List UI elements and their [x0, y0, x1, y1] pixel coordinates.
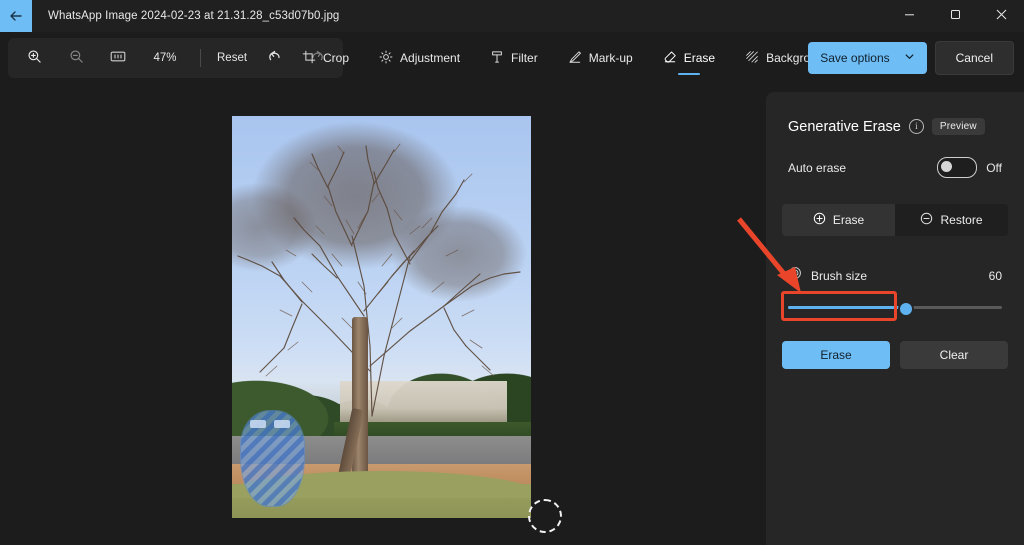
tool-label: Adjustment [400, 51, 461, 65]
brush-size-row: Brush size 60 [766, 236, 1024, 285]
mode-restore-button[interactable]: Restore [895, 204, 1008, 236]
minimize-button[interactable] [886, 0, 932, 32]
edited-photo[interactable] [232, 116, 531, 518]
background-icon [745, 50, 759, 67]
brush-size-label-group: Brush size [788, 266, 867, 285]
slider-fill [788, 306, 906, 309]
toolbar-divider [200, 49, 201, 67]
brush-size-icon [788, 266, 802, 285]
tool-label: Mark-up [588, 51, 633, 65]
zoom-level-label: 47% [153, 52, 177, 64]
zoom-out-icon [69, 49, 84, 67]
window-title: WhatsApp Image 2024-02-23 at 21.31.28_c5… [48, 10, 340, 22]
erase-action-button[interactable]: Erase [782, 341, 890, 369]
fit-to-window-icon [110, 50, 126, 66]
zoom-in-button[interactable] [14, 44, 54, 72]
erase-selection-mask[interactable] [240, 411, 304, 506]
window-controls [886, 0, 1024, 32]
title-bar: WhatsApp Image 2024-02-23 at 21.31.28_c5… [0, 0, 1024, 32]
save-options-button[interactable]: Save options [808, 42, 927, 74]
slider-thumb[interactable] [897, 301, 914, 317]
active-tool-underline [677, 72, 700, 75]
image-editor-window: WhatsApp Image 2024-02-23 at 21.31.28_c5… [0, 0, 1024, 545]
eraser-icon [663, 50, 677, 67]
tool-erase[interactable]: Erase [651, 38, 727, 78]
auto-erase-label: Auto erase [788, 160, 847, 175]
brightness-icon [379, 50, 393, 67]
save-options-label: Save options [820, 51, 890, 65]
generative-erase-panel: Generative Erase i Preview Auto erase Of… [766, 92, 1024, 545]
tool-label: Filter [511, 51, 538, 65]
zoom-in-icon [27, 49, 42, 67]
auto-erase-control: Off [937, 157, 1002, 178]
close-icon [996, 7, 1007, 25]
auto-erase-state: Off [986, 160, 1002, 175]
reset-button[interactable]: Reset [211, 44, 253, 72]
canvas-area[interactable] [0, 84, 766, 545]
toolbar-actions: Save options Cancel [808, 41, 1014, 75]
crop-icon [302, 50, 316, 67]
filter-icon [490, 50, 504, 67]
undo-icon [267, 49, 283, 68]
panel-title: Generative Erase [788, 118, 901, 135]
tool-tabs: Crop Adjustment Filter Mark-up Erase Bac… [290, 38, 842, 78]
minus-circle-icon [920, 212, 933, 228]
brush-size-label: Brush size [811, 268, 868, 283]
zoom-out-button[interactable] [56, 44, 96, 72]
info-icon[interactable]: i [908, 119, 924, 134]
cancel-button[interactable]: Cancel [934, 41, 1014, 75]
auto-erase-toggle[interactable] [937, 157, 978, 178]
editor-toolbar: 47% Reset Crop Adjustment Filter Mark-up… [0, 32, 1024, 84]
auto-erase-row: Auto erase Off [766, 135, 1024, 178]
minimize-icon [904, 7, 915, 25]
mode-erase-label: Erase [832, 213, 865, 227]
toggle-knob [941, 161, 953, 172]
clear-action-button[interactable]: Clear [900, 341, 1008, 369]
brush-size-slider[interactable] [788, 299, 1002, 317]
mode-restore-label: Restore [940, 213, 983, 227]
chevron-down-icon[interactable] [904, 51, 915, 65]
tool-crop[interactable]: Crop [290, 38, 361, 78]
panel-action-buttons: Erase Clear [766, 315, 1024, 369]
back-button[interactable] [0, 0, 32, 32]
tool-markup[interactable]: Mark-up [556, 38, 645, 78]
erase-mode-segmented-control: Erase Restore [782, 204, 1008, 236]
maximize-restore-icon [950, 7, 961, 25]
plus-circle-icon [813, 212, 826, 228]
close-button[interactable] [978, 0, 1024, 32]
brush-cursor-circle [528, 499, 562, 533]
brush-size-value: 60 [988, 268, 1002, 283]
panel-header: Generative Erase i Preview [766, 92, 1024, 135]
maximize-button[interactable] [932, 0, 978, 32]
tool-label: Crop [323, 51, 350, 65]
tool-label: Erase [683, 51, 716, 65]
arrow-left-icon [8, 8, 24, 24]
tool-filter[interactable]: Filter [478, 38, 550, 78]
preview-badge: Preview [931, 118, 985, 135]
mode-erase-button[interactable]: Erase [782, 204, 895, 236]
pen-icon [568, 50, 582, 67]
fit-to-window-button[interactable] [98, 44, 138, 72]
tool-adjustment[interactable]: Adjustment [367, 38, 472, 78]
